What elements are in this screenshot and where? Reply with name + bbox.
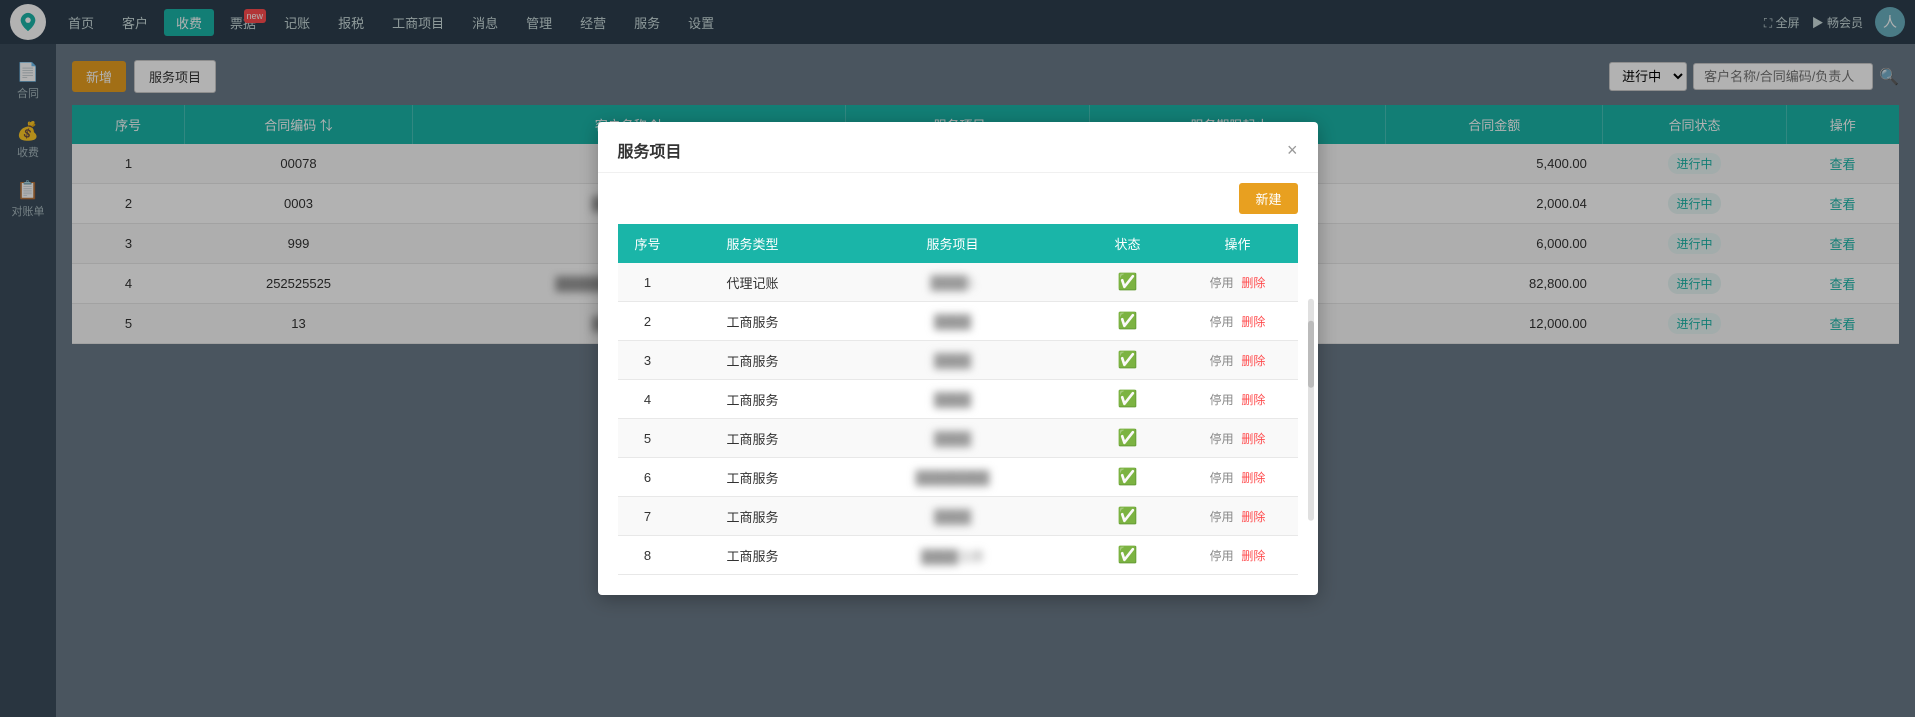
stop-button[interactable]: 停用 xyxy=(1210,313,1234,330)
modal-cell-type: 工商服务 xyxy=(678,497,828,536)
modal-cell-seq: 2 xyxy=(618,302,678,341)
modal-cell-status: ✅ xyxy=(1078,263,1178,302)
modal-cell-status: ✅ xyxy=(1078,419,1178,458)
delete-button[interactable]: 删除 xyxy=(1241,430,1265,447)
modal-cell-item: ████ xyxy=(828,419,1078,458)
modal-cell-actions: 停用 删除 xyxy=(1178,341,1298,380)
modal-row: 3 工商服务 ████ ✅ 停用 删除 xyxy=(618,341,1298,380)
modal-cell-type: 工商服务 xyxy=(678,341,828,380)
modal-cell-item: ████ xyxy=(828,302,1078,341)
scrollbar-track xyxy=(1308,298,1314,521)
status-check-icon: ✅ xyxy=(1118,313,1138,330)
modal-cell-item: ████ xyxy=(828,497,1078,536)
status-check-icon: ✅ xyxy=(1118,391,1138,408)
stop-button[interactable]: 停用 xyxy=(1210,391,1234,408)
modal-cell-actions: 停用 删除 xyxy=(1178,458,1298,497)
status-check-icon: ✅ xyxy=(1118,352,1138,369)
modal-cell-seq: 1 xyxy=(618,263,678,302)
modal-cell-item: ████ xyxy=(828,341,1078,380)
modal-cell-actions: 停用 删除 xyxy=(1178,497,1298,536)
modal-header: 服务项目 × xyxy=(598,122,1318,173)
delete-button[interactable]: 删除 xyxy=(1241,469,1265,486)
modal-cell-type: 代理记账 xyxy=(678,263,828,302)
status-check-icon: ✅ xyxy=(1118,274,1138,291)
modal-title: 服务项目 xyxy=(618,138,682,162)
modal-row: 1 代理记账 ████1 ✅ 停用 删除 xyxy=(618,263,1298,302)
modal-header-row: 序号 服务类型 服务项目 状态 操作 xyxy=(618,224,1298,263)
delete-button[interactable]: 删除 xyxy=(1241,352,1265,369)
modal-cell-status: ✅ xyxy=(1078,458,1178,497)
modal-table: 序号 服务类型 服务项目 状态 操作 1 代理记账 ████1 ✅ 停用 删除 … xyxy=(618,224,1298,575)
modal-cell-status: ✅ xyxy=(1078,497,1178,536)
modal-row: 7 工商服务 ████ ✅ 停用 删除 xyxy=(618,497,1298,536)
modal-body: 1 代理记账 ████1 ✅ 停用 删除 2 工商服务 ████ ✅ 停用 删除… xyxy=(618,263,1298,575)
status-check-icon: ✅ xyxy=(1118,469,1138,486)
modal-toolbar: 新建 xyxy=(598,173,1318,224)
stop-button[interactable]: 停用 xyxy=(1210,469,1234,486)
modal-cell-item: ████████ xyxy=(828,458,1078,497)
stop-button[interactable]: 停用 xyxy=(1210,352,1234,369)
modal-cell-seq: 8 xyxy=(618,536,678,575)
delete-button[interactable]: 删除 xyxy=(1241,547,1265,564)
modal-row: 6 工商服务 ████████ ✅ 停用 删除 xyxy=(618,458,1298,497)
modal-cell-status: ✅ xyxy=(1078,302,1178,341)
modal-col-seq: 序号 xyxy=(618,224,678,263)
delete-button[interactable]: 删除 xyxy=(1241,508,1265,525)
stop-button[interactable]: 停用 xyxy=(1210,547,1234,564)
modal-cell-status: ✅ xyxy=(1078,536,1178,575)
modal-row: 5 工商服务 ████ ✅ 停用 删除 xyxy=(618,419,1298,458)
modal-table-wrap: 序号 服务类型 服务项目 状态 操作 1 代理记账 ████1 ✅ 停用 删除 … xyxy=(598,224,1318,595)
modal-cell-actions: 停用 删除 xyxy=(1178,419,1298,458)
modal-new-button[interactable]: 新建 xyxy=(1239,183,1297,214)
modal-cell-actions: 停用 删除 xyxy=(1178,263,1298,302)
delete-button[interactable]: 删除 xyxy=(1241,313,1265,330)
modal-cell-seq: 5 xyxy=(618,419,678,458)
modal-cell-type: 工商服务 xyxy=(678,302,828,341)
modal-overlay[interactable]: 服务项目 × 新建 序号 服务类型 服务项目 状态 操作 1 代理记账 xyxy=(0,0,1915,717)
modal-row: 8 工商服务 ████注册 ✅ 停用 删除 xyxy=(618,536,1298,575)
modal-cell-actions: 停用 删除 xyxy=(1178,536,1298,575)
scrollbar-thumb xyxy=(1308,320,1314,387)
service-item-modal: 服务项目 × 新建 序号 服务类型 服务项目 状态 操作 1 代理记账 xyxy=(598,122,1318,595)
stop-button[interactable]: 停用 xyxy=(1210,430,1234,447)
modal-cell-type: 工商服务 xyxy=(678,458,828,497)
modal-cell-status: ✅ xyxy=(1078,341,1178,380)
modal-close-button[interactable]: × xyxy=(1287,141,1298,159)
modal-cell-actions: 停用 删除 xyxy=(1178,380,1298,419)
delete-button[interactable]: 删除 xyxy=(1241,274,1265,291)
modal-cell-status: ✅ xyxy=(1078,380,1178,419)
modal-cell-actions: 停用 删除 xyxy=(1178,302,1298,341)
modal-row: 4 工商服务 ████ ✅ 停用 删除 xyxy=(618,380,1298,419)
modal-cell-type: 工商服务 xyxy=(678,380,828,419)
status-check-icon: ✅ xyxy=(1118,508,1138,525)
modal-col-item: 服务项目 xyxy=(828,224,1078,263)
modal-cell-item: ████注册 xyxy=(828,536,1078,575)
modal-col-type: 服务类型 xyxy=(678,224,828,263)
modal-cell-item: ████ xyxy=(828,380,1078,419)
modal-cell-item: ████1 xyxy=(828,263,1078,302)
modal-col-status: 状态 xyxy=(1078,224,1178,263)
modal-cell-seq: 6 xyxy=(618,458,678,497)
status-check-icon: ✅ xyxy=(1118,547,1138,564)
modal-cell-type: 工商服务 xyxy=(678,419,828,458)
modal-row: 2 工商服务 ████ ✅ 停用 删除 xyxy=(618,302,1298,341)
modal-col-action: 操作 xyxy=(1178,224,1298,263)
modal-cell-type: 工商服务 xyxy=(678,536,828,575)
stop-button[interactable]: 停用 xyxy=(1210,508,1234,525)
modal-cell-seq: 3 xyxy=(618,341,678,380)
stop-button[interactable]: 停用 xyxy=(1210,274,1234,291)
modal-cell-seq: 4 xyxy=(618,380,678,419)
status-check-icon: ✅ xyxy=(1118,430,1138,447)
modal-cell-seq: 7 xyxy=(618,497,678,536)
delete-button[interactable]: 删除 xyxy=(1241,391,1265,408)
